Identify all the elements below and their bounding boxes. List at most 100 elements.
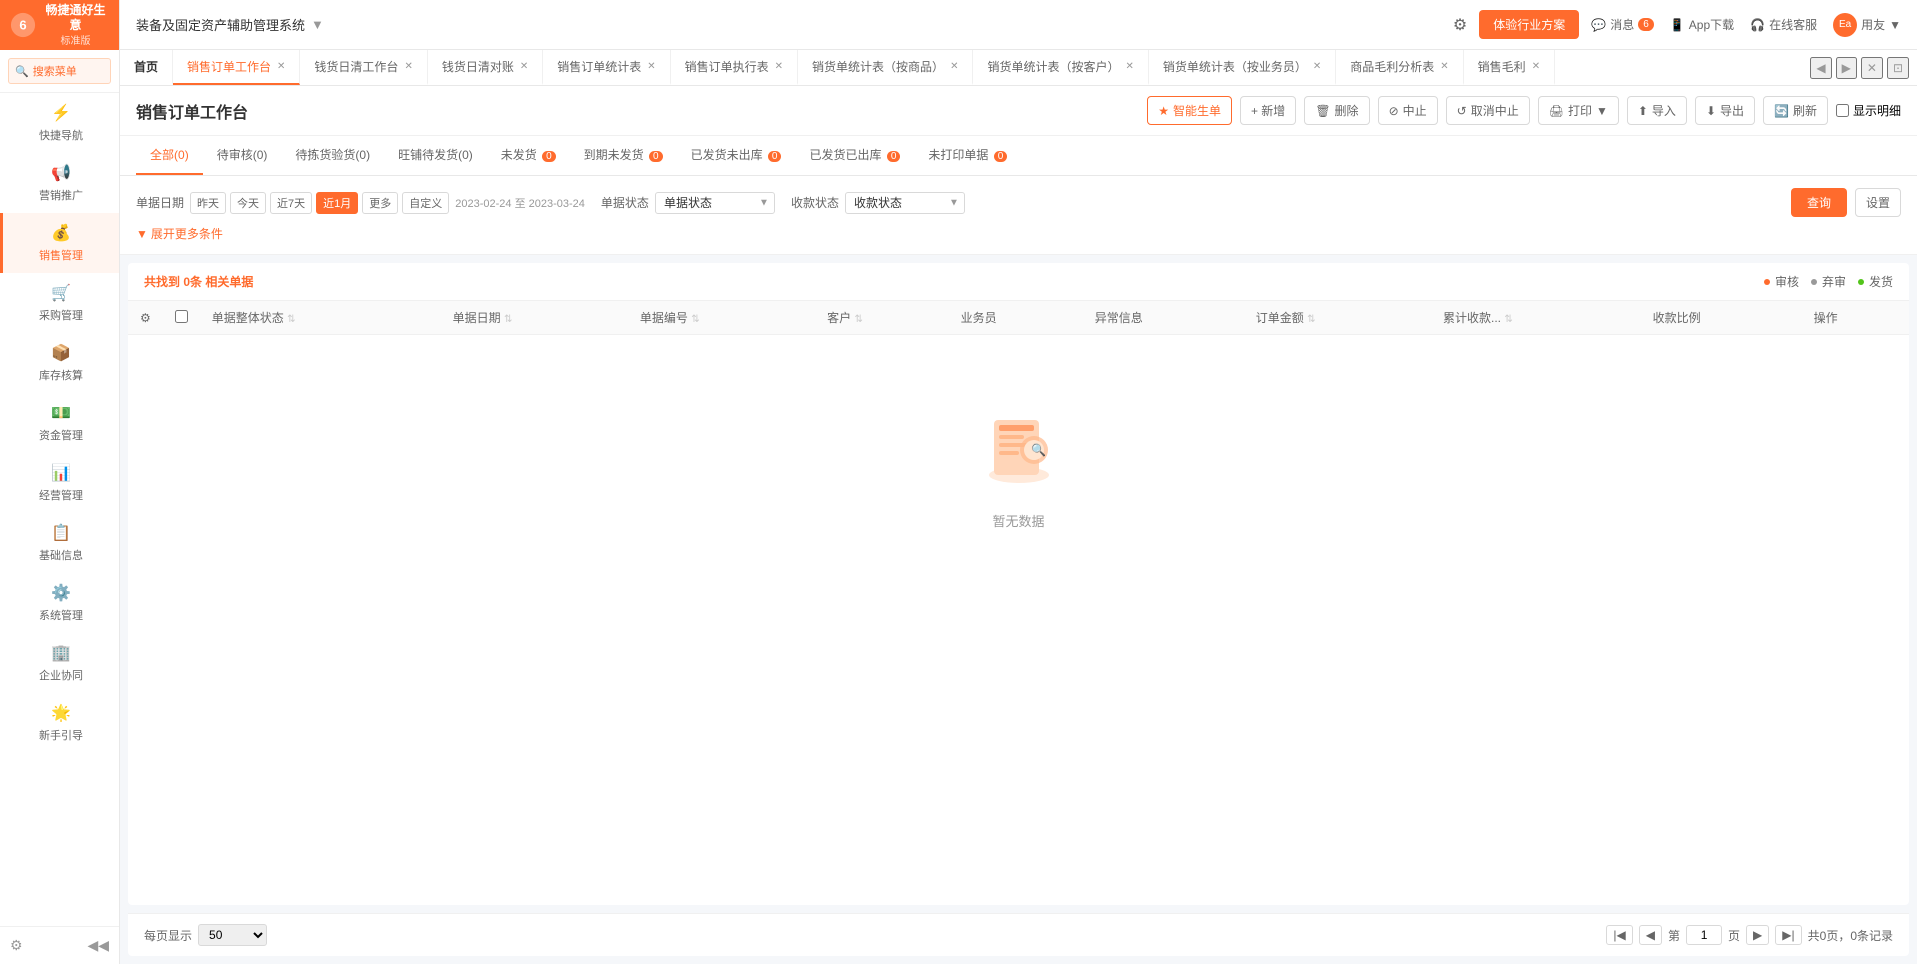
- sidebar-item-finance[interactable]: 💵 资金管理: [0, 393, 119, 453]
- status-sort-icon[interactable]: ⇅: [287, 314, 295, 325]
- cancel-review-action-button[interactable]: 弃审: [1811, 273, 1846, 290]
- tab-close-cash-reconcile[interactable]: ✕: [520, 61, 528, 72]
- online-service-button[interactable]: 🎧 在线客服: [1750, 16, 1817, 33]
- tabs-next-button[interactable]: ▶: [1836, 57, 1857, 79]
- query-button[interactable]: 查询: [1791, 188, 1847, 217]
- sub-tab-shipped-not-out[interactable]: 已发货未出库 0: [677, 136, 796, 175]
- collected-sort-icon[interactable]: ⇅: [1504, 314, 1512, 325]
- amount-sort-icon[interactable]: ⇅: [1307, 314, 1315, 325]
- system-icon: ⚙️: [51, 583, 71, 603]
- export-button[interactable]: ⬇ 导出: [1695, 96, 1755, 125]
- refresh-button[interactable]: 🔄 刷新: [1763, 96, 1828, 125]
- tabs-prev-button[interactable]: ◀: [1810, 57, 1831, 79]
- sidebar-item-quick[interactable]: ⚡ 快捷导航: [0, 93, 119, 153]
- sidebar-item-marketing[interactable]: 📢 营销推广: [0, 153, 119, 213]
- show-detail-checkbox[interactable]: [1836, 104, 1849, 117]
- sidebar-item-purchase[interactable]: 🛒 采购管理: [0, 273, 119, 333]
- tab-close-sales-stat-staff[interactable]: ✕: [1313, 61, 1321, 72]
- page-first-button[interactable]: |◀: [1606, 925, 1632, 945]
- sub-tab-shipped-out[interactable]: 已发货已出库 0: [795, 136, 914, 175]
- tab-close-sales-workbench[interactable]: ✕: [277, 61, 285, 72]
- set-button[interactable]: 设置: [1855, 188, 1901, 217]
- date-more-button[interactable]: 更多: [362, 192, 398, 214]
- tab-sales-stat-customer[interactable]: 销货单统计表（按客户） ✕: [973, 50, 1148, 85]
- tab-sales-stat[interactable]: 销售订单统计表 ✕: [543, 50, 670, 85]
- expand-filter-button[interactable]: ▼ 展开更多条件: [136, 225, 1901, 242]
- smart-create-button[interactable]: ★ 智能生单: [1147, 96, 1232, 125]
- tab-sales-more[interactable]: 销售毛利 ✕: [1464, 50, 1555, 85]
- import-button[interactable]: ⬆ 导入: [1627, 96, 1687, 125]
- logo-name: 畅捷通好生意: [42, 3, 109, 32]
- sidebar-item-system[interactable]: ⚙️ 系统管理: [0, 573, 119, 633]
- sub-tab-wang-pending[interactable]: 旺铺待发货(0): [384, 136, 487, 175]
- customer-sort-icon[interactable]: ⇅: [854, 314, 862, 325]
- tab-close-sales-stat[interactable]: ✕: [647, 61, 655, 72]
- sidebar-item-inventory[interactable]: 📦 库存核算: [0, 333, 119, 393]
- tab-sales-stat-staff[interactable]: 销货单统计表（按业务员） ✕: [1149, 50, 1336, 85]
- date-7days-button[interactable]: 近7天: [270, 192, 312, 214]
- tab-cash-daily[interactable]: 钱货日清工作台 ✕: [300, 50, 427, 85]
- date-1month-button[interactable]: 近1月: [316, 192, 358, 214]
- table-scroll[interactable]: ⚙ 单据整体状态 ⇅ 单据日期 ⇅: [128, 301, 1909, 905]
- tab-close-sales-stat-customer[interactable]: ✕: [1125, 61, 1133, 72]
- empty-state: 🔍 暂无数据: [128, 335, 1909, 590]
- page-number-input[interactable]: [1686, 925, 1722, 945]
- messages-button[interactable]: 💬 消息 6: [1591, 16, 1654, 33]
- sidebar-item-sales[interactable]: 💰 销售管理: [0, 213, 119, 273]
- tab-close-sales-exec[interactable]: ✕: [775, 61, 783, 72]
- page-last-button[interactable]: ▶|: [1775, 925, 1801, 945]
- tabs-close-all-button[interactable]: ✕: [1861, 57, 1883, 79]
- date-custom-button[interactable]: 自定义: [402, 192, 449, 214]
- stop-button[interactable]: ⊘ 中止: [1378, 96, 1438, 125]
- tab-close-sales-stat-product[interactable]: ✕: [950, 61, 958, 72]
- sub-tab-pending-inspect[interactable]: 待拣货验货(0): [281, 136, 384, 175]
- topbar-settings-icon[interactable]: ⚙: [1453, 15, 1467, 35]
- sub-tab-all[interactable]: 全部(0): [136, 136, 203, 175]
- review-action-button[interactable]: 审核: [1764, 273, 1799, 290]
- tab-home[interactable]: 首页: [120, 50, 173, 85]
- page-next-button[interactable]: ▶: [1746, 925, 1769, 945]
- col-customer: 客户 ⇅: [815, 301, 949, 335]
- select-all-checkbox[interactable]: [175, 310, 188, 323]
- add-button[interactable]: + 新增: [1240, 96, 1296, 125]
- cancel-stop-button[interactable]: ↺ 取消中止: [1446, 96, 1530, 125]
- tab-sales-stat-product[interactable]: 销货单统计表（按商品） ✕: [798, 50, 973, 85]
- filter-row-1: 单据日期 昨天 今天 近7天 近1月 更多 自定义 2023-02-24 至 2…: [136, 188, 1901, 217]
- title-dropdown-icon[interactable]: ▼: [311, 17, 324, 32]
- search-menu-button[interactable]: 🔍 搜索菜单: [8, 58, 111, 84]
- sidebar-item-corp[interactable]: 🏢 企业协同: [0, 633, 119, 693]
- ship-action-button[interactable]: 发货: [1858, 273, 1893, 290]
- col-settings-icon[interactable]: ⚙: [140, 311, 151, 325]
- tab-close-cash-daily[interactable]: ✕: [404, 61, 412, 72]
- tab-sales-exec[interactable]: 销售订单执行表 ✕: [671, 50, 798, 85]
- show-detail-checkbox-wrap[interactable]: 显示明细: [1836, 102, 1901, 119]
- settings-button[interactable]: ⚙: [10, 937, 23, 954]
- sub-tab-overdue[interactable]: 到期未发货 0: [570, 136, 677, 175]
- solution-button[interactable]: 体验行业方案: [1479, 10, 1579, 39]
- tab-sales-workbench[interactable]: 销售订单工作台 ✕: [173, 50, 300, 85]
- sub-tab-pending-review[interactable]: 待审核(0): [203, 136, 282, 175]
- date-sort-icon[interactable]: ⇅: [504, 314, 512, 325]
- pay-select[interactable]: 收款状态: [845, 192, 965, 214]
- collapse-button[interactable]: ◀◀: [87, 937, 109, 954]
- date-yesterday-button[interactable]: 昨天: [190, 192, 226, 214]
- date-today-button[interactable]: 今天: [230, 192, 266, 214]
- sidebar-item-basic[interactable]: 📋 基础信息: [0, 513, 119, 573]
- sidebar-item-operation[interactable]: 📊 经营管理: [0, 453, 119, 513]
- tabs-maximize-button[interactable]: ⊡: [1887, 57, 1909, 79]
- sidebar-item-guide[interactable]: 🌟 新手引导: [0, 693, 119, 753]
- status-select[interactable]: 单据状态: [655, 192, 775, 214]
- sub-tab-not-printed[interactable]: 未打印单据 0: [914, 136, 1021, 175]
- tab-goods-profit[interactable]: 商品毛利分析表 ✕: [1336, 50, 1463, 85]
- sub-tab-not-shipped[interactable]: 未发货 0: [487, 136, 570, 175]
- print-button[interactable]: 🖨 打印 ▼: [1538, 96, 1619, 125]
- page-size-select[interactable]: 10 20 50 100: [198, 924, 267, 946]
- tab-close-goods-profit[interactable]: ✕: [1440, 61, 1448, 72]
- app-download-button[interactable]: 📱 App下载: [1670, 16, 1734, 33]
- user-menu-button[interactable]: Ea 用友 ▼: [1833, 13, 1901, 37]
- delete-button[interactable]: 🗑 删除: [1304, 96, 1369, 125]
- page-prev-button[interactable]: ◀: [1639, 925, 1662, 945]
- tab-close-sales-more[interactable]: ✕: [1532, 61, 1540, 72]
- tab-cash-reconcile[interactable]: 钱货日清对账 ✕: [428, 50, 543, 85]
- number-sort-icon[interactable]: ⇅: [691, 314, 699, 325]
